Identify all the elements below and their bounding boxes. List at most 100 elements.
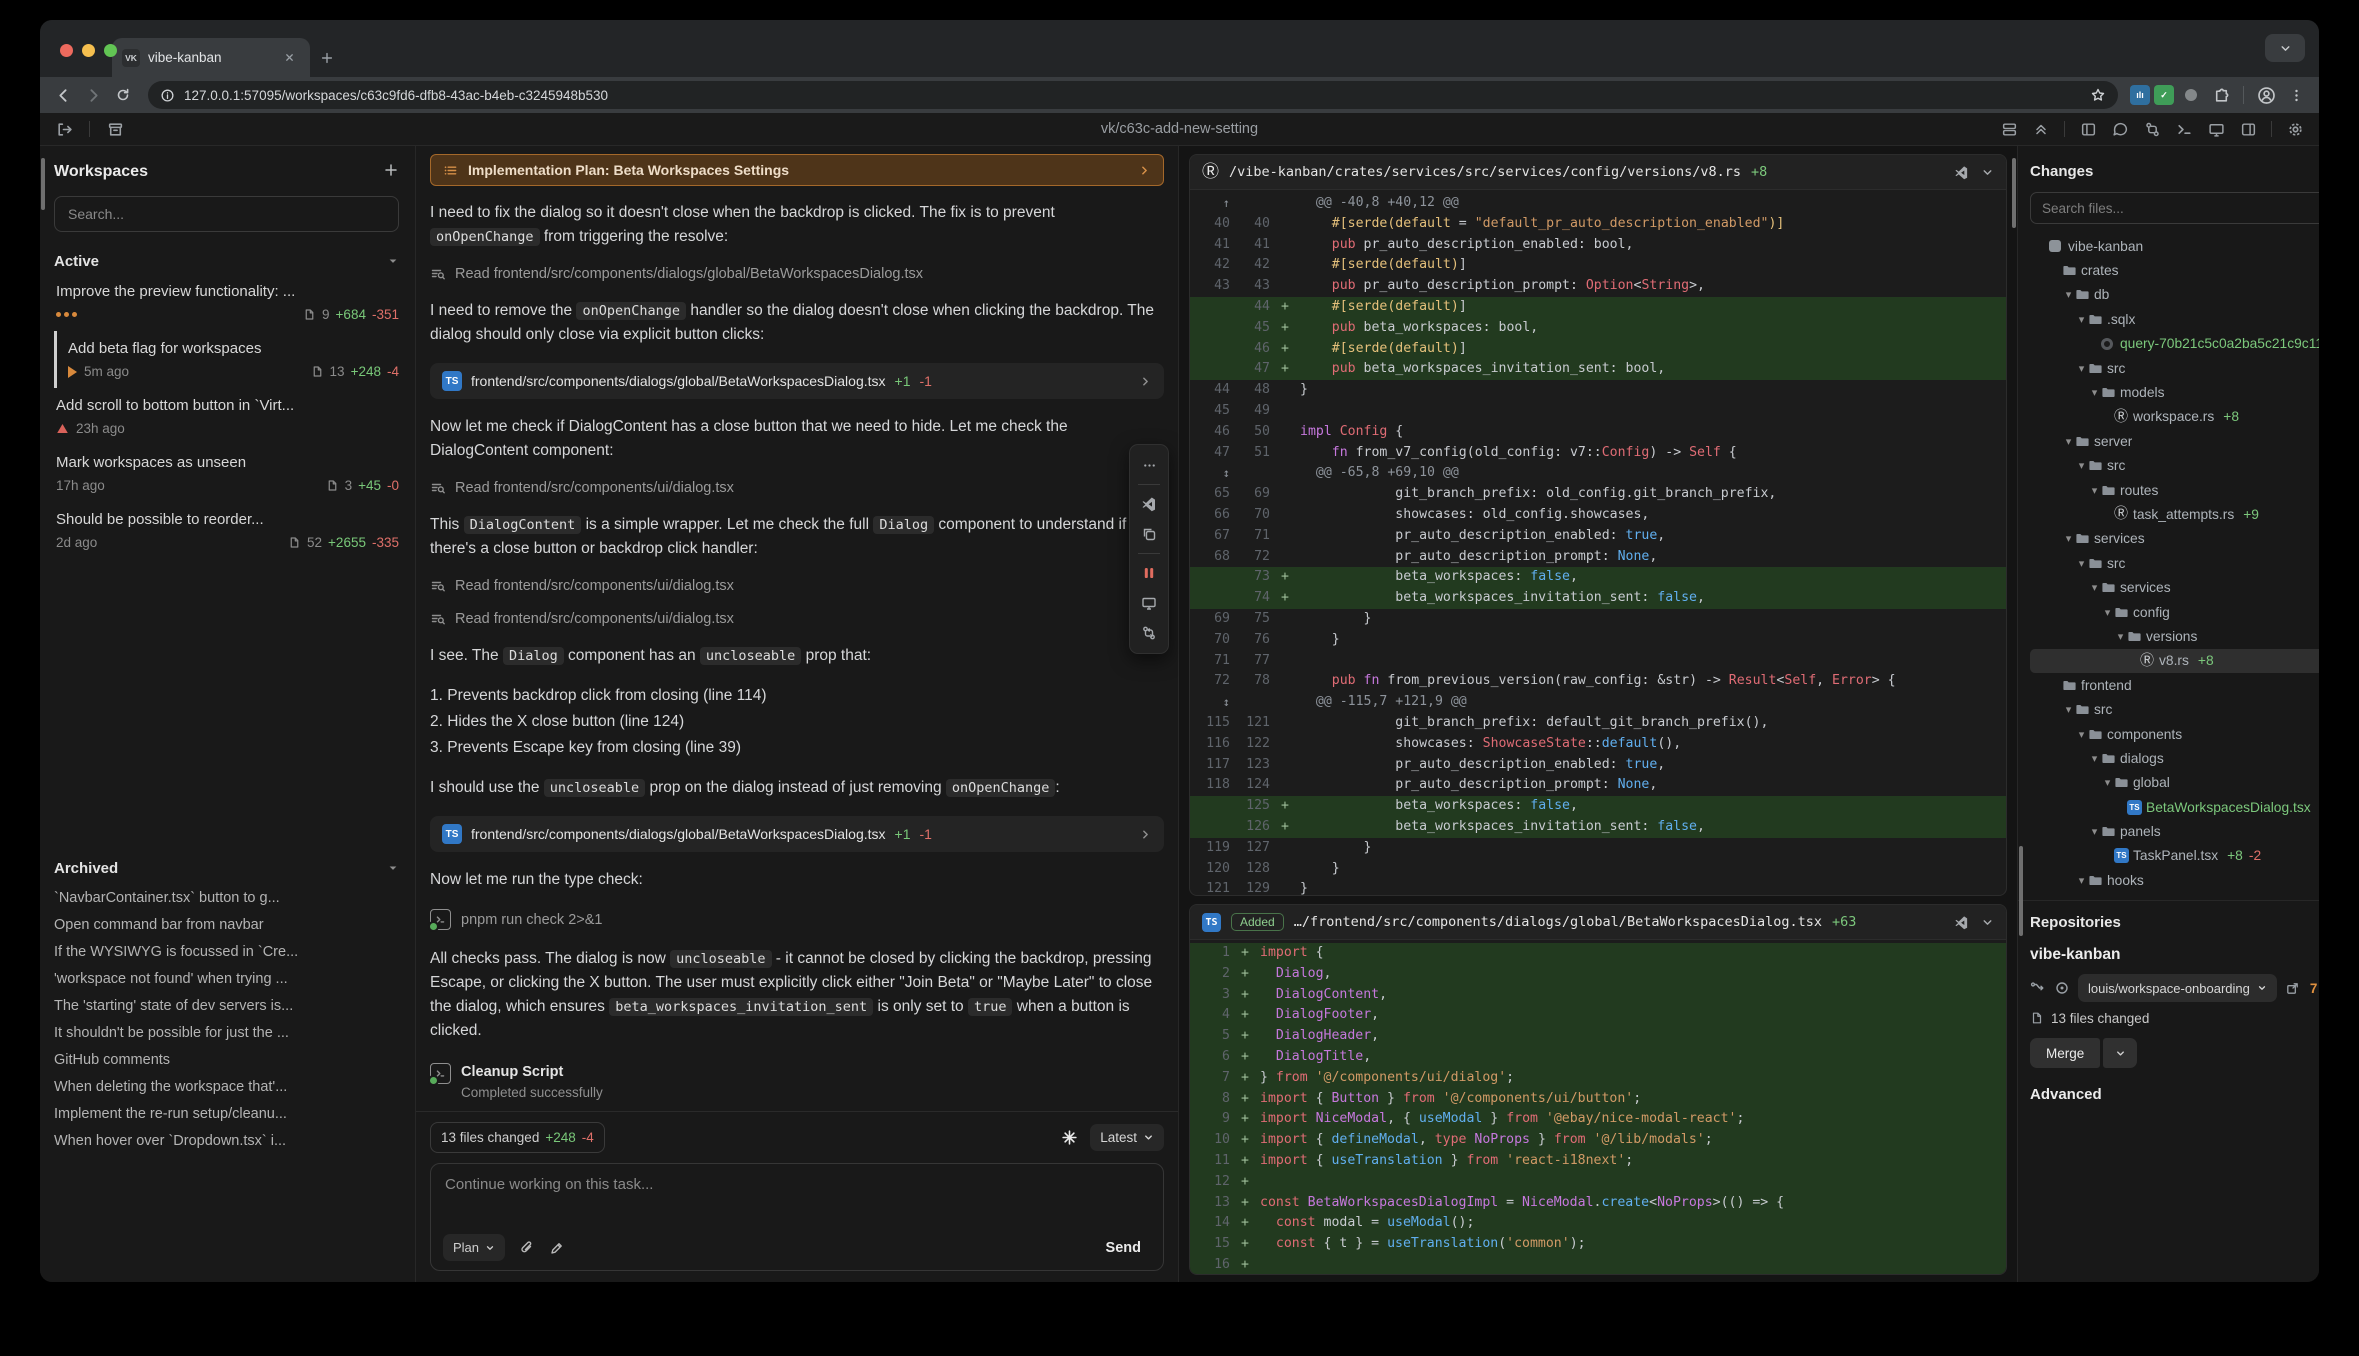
tree-folder-row[interactable]: ▾ services xyxy=(2030,527,2319,551)
diff-line[interactable]: 15 + const { t } = useTranslation('common… xyxy=(1190,1234,2006,1255)
sidebar-scrollbar[interactable] xyxy=(41,158,45,210)
hunk-expand-icon[interactable]: ↕ xyxy=(1190,692,1230,713)
diff-line[interactable]: 119 127 } xyxy=(1190,838,2006,859)
script-status-block[interactable]: Cleanup Script Completed successfully xyxy=(428,1063,1164,1100)
active-section-header[interactable]: Active xyxy=(54,248,399,274)
diff-hunk-row[interactable]: ↕ @@ -65,8 +69,10 @@ xyxy=(1190,463,2006,484)
workspace-item[interactable]: Add beta flag for workspaces 5m ago 13 +248… xyxy=(54,331,399,388)
chat-icon[interactable] xyxy=(2108,117,2132,141)
reload-button[interactable] xyxy=(110,82,136,108)
archived-workspace-item[interactable]: Implement the re-run setup/cleanu... xyxy=(54,1101,399,1128)
diff-line[interactable]: 115 121 git_branch_prefix: default_git_br… xyxy=(1190,713,2006,734)
diff-line[interactable]: 43 43 pub pr_auto_description_prompt: Opt… xyxy=(1190,276,2006,297)
file-search[interactable] xyxy=(2030,192,2319,224)
collapse-all-icon[interactable] xyxy=(2029,117,2053,141)
diff-line[interactable]: 4 + DialogFooter, xyxy=(1190,1005,2006,1027)
right-panel-icon[interactable] xyxy=(2236,117,2260,141)
diff-line[interactable]: 6 + DialogTitle, xyxy=(1190,1046,2006,1068)
extension-icon-gray[interactable] xyxy=(2178,82,2204,108)
diff-line[interactable]: 67 71 pr_auto_description_enabled: true, xyxy=(1190,526,2006,547)
diff-header[interactable]: TS Added …/frontend/src/components/dialo… xyxy=(1190,905,2006,940)
tab-close-icon[interactable] xyxy=(278,47,300,69)
spark-icon[interactable] xyxy=(1061,1129,1078,1146)
diff-line[interactable]: 120 128 } xyxy=(1190,859,2006,880)
browser-tab[interactable]: VK vibe-kanban xyxy=(112,38,310,77)
open-external-icon[interactable] xyxy=(2285,981,2300,996)
zoom-window-button[interactable] xyxy=(104,44,117,57)
diff-line[interactable]: 42 42 #[serde(default)] xyxy=(1190,255,2006,276)
diff-line[interactable]: 12 + xyxy=(1190,1171,2006,1193)
exit-workspace-icon[interactable] xyxy=(52,117,76,141)
diff-line[interactable]: 121 129} xyxy=(1190,879,2006,895)
diff-line[interactable]: 70 76 } xyxy=(1190,630,2006,651)
git-compare-icon[interactable] xyxy=(1134,618,1164,648)
tab-search-button[interactable] xyxy=(2265,34,2305,62)
diff-line[interactable]: 116 122 showcases: ShowcaseState::default… xyxy=(1190,734,2006,755)
diff-body[interactable]: 1 + import {2 + Dialog, 3 + DialogContent, 4 + … xyxy=(1190,940,2006,1274)
hunk-expand-icon[interactable]: ↑ xyxy=(1190,193,1230,214)
implementation-plan-header[interactable]: Implementation Plan: Beta Workspaces Set… xyxy=(430,154,1164,186)
copy-icon[interactable] xyxy=(1134,519,1164,549)
tree-folder-row[interactable]: ▾ src xyxy=(2030,551,2319,575)
tree-file-row[interactable]: TSBetaWorkspacesDialog.tsx+63 xyxy=(2030,795,2319,819)
diff-line[interactable]: 117 123 pr_auto_description_enabled: true… xyxy=(1190,755,2006,776)
diff-line[interactable]: 73 + beta_workspaces: false, xyxy=(1190,567,2006,589)
diff-line[interactable]: 68 72 pr_auto_description_prompt: None, xyxy=(1190,547,2006,568)
target-icon[interactable] xyxy=(2054,980,2070,996)
file-search-input[interactable] xyxy=(2040,199,2319,217)
archived-workspace-item[interactable]: Open command bar from navbar xyxy=(54,912,399,939)
tree-folder-row[interactable]: ▾ global xyxy=(2030,771,2319,795)
open-in-vscode-icon[interactable] xyxy=(1954,165,1969,180)
merge-options-button[interactable] xyxy=(2103,1038,2138,1068)
diff-scrollbar[interactable] xyxy=(2012,158,2016,228)
close-window-button[interactable] xyxy=(60,44,73,57)
bookmark-star-icon[interactable] xyxy=(2090,87,2106,103)
file-edit-card[interactable]: TS frontend/src/components/dialogs/global… xyxy=(430,816,1164,852)
diff-line[interactable]: 45 + pub beta_workspaces: bool, xyxy=(1190,317,2006,339)
diff-line[interactable]: 13 + const BetaWorkspacesDialogImpl = Nice… xyxy=(1190,1192,2006,1214)
diff-header[interactable]: Ⓡ /vibe-kanban/crates/services/src/servi… xyxy=(1190,155,2006,190)
open-in-vscode-icon[interactable] xyxy=(1134,489,1164,519)
workspace-item[interactable]: Improve the preview functionality: ... 9 +… xyxy=(54,274,399,331)
diff-line[interactable]: 10 + import { defineModal, type NoProps } … xyxy=(1190,1130,2006,1151)
version-dropdown[interactable]: Latest xyxy=(1090,1124,1164,1151)
tree-folder-row[interactable]: ▾ services xyxy=(2030,575,2319,599)
diff-line[interactable]: 14 + const modal = useModal(); xyxy=(1190,1213,2006,1235)
tree-folder-row[interactable]: ▾ config xyxy=(2030,600,2319,624)
diff-line[interactable]: 46 50 impl Config { xyxy=(1190,422,2006,443)
tree-folder-row[interactable]: vibe-kanban xyxy=(2030,234,2319,258)
workspace-item[interactable]: Should be possible to reorder... 2d ago 52… xyxy=(54,502,399,559)
diff-line[interactable]: 66 70 showcases: old_config.showcases, xyxy=(1190,505,2006,526)
message-input[interactable] xyxy=(443,1175,1155,1194)
site-info-icon[interactable] xyxy=(160,88,175,103)
send-button[interactable]: Send xyxy=(1096,1235,1151,1261)
preview-monitor-icon[interactable] xyxy=(2204,117,2228,141)
extension-icon-green[interactable]: ✓ xyxy=(2154,85,2174,105)
archived-workspace-item[interactable]: GitHub comments xyxy=(54,1047,399,1074)
tree-file-row[interactable]: Ⓡv8.rs +8 xyxy=(2030,648,2319,674)
tree-folder-row[interactable]: frontend xyxy=(2030,673,2319,697)
diff-line[interactable]: 11 + import { useTranslation } from 'react… xyxy=(1190,1150,2006,1172)
extensions-puzzle-icon[interactable] xyxy=(2208,82,2234,108)
conversation-scroll[interactable]: Implementation Plan: Beta Workspaces Set… xyxy=(416,146,1178,1111)
tool-call-row[interactable]: Read frontend/src/components/ui/dialog.t… xyxy=(430,611,1164,627)
tool-call-row[interactable]: Read frontend/src/components/ui/dialog.t… xyxy=(430,480,1164,496)
git-merge-icon[interactable] xyxy=(2030,980,2046,996)
tree-folder-row[interactable]: ▾ src xyxy=(2030,697,2319,721)
tree-folder-row[interactable]: ▾ versions xyxy=(2030,624,2319,648)
repositories-header[interactable]: Repositories xyxy=(2030,905,2319,939)
diff-line[interactable]: 45 49 xyxy=(1190,401,2006,422)
diff-line[interactable]: 7 +} from '@/components/ui/dialog'; xyxy=(1190,1067,2006,1089)
diff-line[interactable]: 1 + import { xyxy=(1190,943,2006,964)
diff-line[interactable]: 46 + #[serde(default)] xyxy=(1190,338,2006,360)
mode-dropdown[interactable]: Plan xyxy=(443,1234,506,1261)
attach-file-icon[interactable] xyxy=(519,1240,535,1256)
diff-hunk-row[interactable]: ↕ @@ -115,7 +121,9 @@ xyxy=(1190,692,2006,713)
message-input-box[interactable]: Plan Send xyxy=(430,1163,1164,1271)
archived-workspace-item[interactable]: `NavbarContainer.tsx` button to g... xyxy=(54,885,399,912)
diff-line[interactable]: 74 + beta_workspaces_invitation_sent: fal… xyxy=(1190,588,2006,609)
diff-line[interactable]: 118 124 pr_auto_description_prompt: None, xyxy=(1190,775,2006,796)
diff-line[interactable]: 126 + beta_workspaces_invitation_sent: fa… xyxy=(1190,816,2006,838)
branch-dropdown[interactable]: louis/workspace-onboarding xyxy=(2078,974,2277,1002)
dev-server-monitor-icon[interactable] xyxy=(1134,588,1164,618)
